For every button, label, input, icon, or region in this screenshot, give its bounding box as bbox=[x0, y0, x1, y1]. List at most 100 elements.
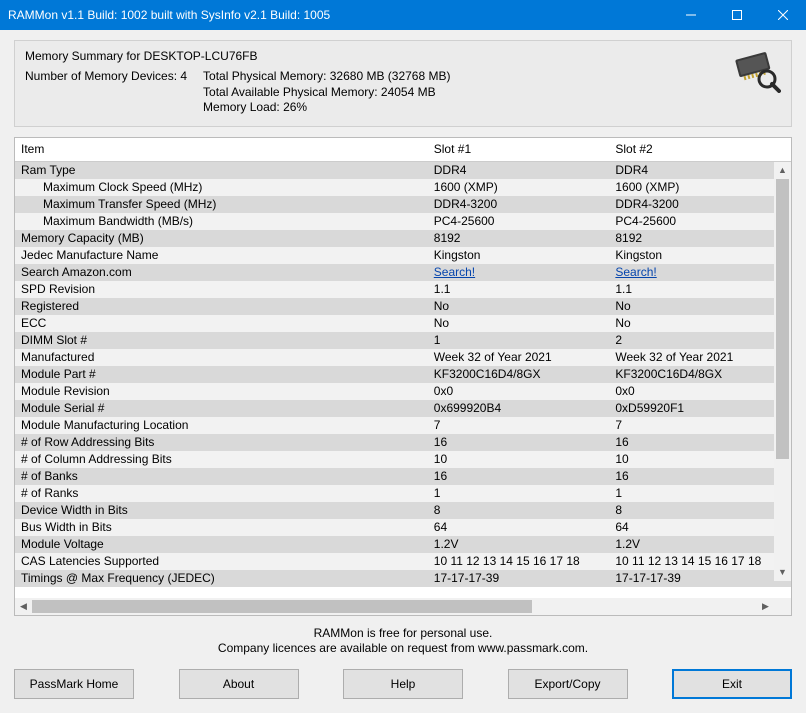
table-row[interactable]: Bus Width in Bits6464 bbox=[15, 519, 791, 536]
row-value: 1 bbox=[428, 332, 610, 349]
row-label: SPD Revision bbox=[15, 281, 428, 298]
title-bar: RAMMon v1.1 Build: 1002 built with SysIn… bbox=[0, 0, 806, 30]
table-row[interactable]: Jedec Manufacture NameKingstonKingston bbox=[15, 247, 791, 264]
memory-details-table: Item Slot #1 Slot #2 Ram TypeDDR4DDR4Max… bbox=[15, 138, 791, 588]
row-value: 1 bbox=[428, 485, 610, 502]
export-copy-button[interactable]: Export/Copy bbox=[508, 669, 628, 699]
row-value: Kingston bbox=[428, 247, 610, 264]
table-row[interactable]: # of Column Addressing Bits1010 bbox=[15, 451, 791, 468]
maximize-icon bbox=[732, 10, 742, 20]
table-row[interactable]: RegisteredNoNo bbox=[15, 298, 791, 315]
row-value: 1600 (XMP) bbox=[609, 179, 791, 196]
table-row[interactable]: Maximum Clock Speed (MHz)1600 (XMP)1600 … bbox=[15, 179, 791, 196]
table-row[interactable]: Module Serial #0x699920B40xD59920F1 bbox=[15, 400, 791, 417]
row-label: Module Voltage bbox=[15, 536, 428, 553]
table-row[interactable]: DIMM Slot #12 bbox=[15, 332, 791, 349]
row-label: Search Amazon.com bbox=[15, 264, 428, 281]
row-label: CAS Latencies Supported bbox=[15, 553, 428, 570]
total-available-memory: Total Available Physical Memory: 24054 M… bbox=[203, 85, 450, 101]
row-value: KF3200C16D4/8GX bbox=[428, 366, 610, 383]
row-value: Kingston bbox=[609, 247, 791, 264]
summary-heading: Memory Summary for DESKTOP-LCU76FB bbox=[25, 49, 781, 63]
footer-text: RAMMon is free for personal use. Company… bbox=[14, 626, 792, 657]
table-row[interactable]: ManufacturedWeek 32 of Year 2021Week 32 … bbox=[15, 349, 791, 366]
row-value: 64 bbox=[428, 519, 610, 536]
table-row[interactable]: Memory Capacity (MB)81928192 bbox=[15, 230, 791, 247]
scroll-left-arrow-icon[interactable]: ◀ bbox=[15, 598, 32, 615]
row-label: Ram Type bbox=[15, 162, 428, 180]
row-label: # of Banks bbox=[15, 468, 428, 485]
header-item[interactable]: Item bbox=[15, 138, 428, 162]
client-area: Memory Summary for DESKTOP-LCU76FB Numbe… bbox=[0, 30, 806, 713]
row-label: Registered bbox=[15, 298, 428, 315]
devices-count: Number of Memory Devices: 4 bbox=[25, 69, 187, 116]
search-link[interactable]: Search! bbox=[434, 265, 475, 279]
maximize-button[interactable] bbox=[714, 0, 760, 30]
row-value: PC4-25600 bbox=[609, 213, 791, 230]
row-value: 8192 bbox=[428, 230, 610, 247]
row-value: KF3200C16D4/8GX bbox=[609, 366, 791, 383]
passmark-home-button[interactable]: PassMark Home bbox=[14, 669, 134, 699]
row-value: No bbox=[428, 315, 610, 332]
exit-button[interactable]: Exit bbox=[672, 669, 792, 699]
table-row[interactable]: Timings @ Max Frequency (JEDEC)17-17-17-… bbox=[15, 570, 791, 587]
table-row[interactable]: # of Row Addressing Bits1616 bbox=[15, 434, 791, 451]
scroll-right-arrow-icon[interactable]: ▶ bbox=[757, 598, 774, 615]
row-value: Search! bbox=[428, 264, 610, 281]
row-value: DDR4-3200 bbox=[609, 196, 791, 213]
scrollbar-corner bbox=[774, 598, 791, 615]
row-value: 1 bbox=[609, 485, 791, 502]
table-row[interactable]: Ram TypeDDR4DDR4 bbox=[15, 162, 791, 180]
table-row[interactable]: Maximum Bandwidth (MB/s)PC4-25600PC4-256… bbox=[15, 213, 791, 230]
table-row[interactable]: Module Part #KF3200C16D4/8GXKF3200C16D4/… bbox=[15, 366, 791, 383]
horizontal-scrollbar[interactable]: ◀ ▶ bbox=[15, 598, 791, 615]
close-button[interactable] bbox=[760, 0, 806, 30]
row-value: 10 11 12 13 14 15 16 17 18 bbox=[609, 553, 791, 570]
table-row[interactable]: Module Voltage1.2V1.2V bbox=[15, 536, 791, 553]
table-row[interactable]: Maximum Transfer Speed (MHz)DDR4-3200DDR… bbox=[15, 196, 791, 213]
scroll-down-arrow-icon[interactable]: ▼ bbox=[774, 564, 791, 581]
table-row[interactable]: Search Amazon.com Search! Search! bbox=[15, 264, 791, 281]
row-label: # of Column Addressing Bits bbox=[15, 451, 428, 468]
header-slot-1[interactable]: Slot #1 bbox=[428, 138, 610, 162]
row-value: 16 bbox=[609, 468, 791, 485]
row-label: Module Part # bbox=[15, 366, 428, 383]
row-label: Module Revision bbox=[15, 383, 428, 400]
table-row[interactable]: CAS Latencies Supported 10 11 12 13 14 15… bbox=[15, 553, 791, 570]
total-physical-memory: Total Physical Memory: 32680 MB (32768 M… bbox=[203, 69, 450, 85]
row-label: Bus Width in Bits bbox=[15, 519, 428, 536]
help-button[interactable]: Help bbox=[343, 669, 463, 699]
table-row[interactable]: # of Banks1616 bbox=[15, 468, 791, 485]
close-icon bbox=[778, 10, 788, 20]
row-value: PC4-25600 bbox=[428, 213, 610, 230]
horizontal-scroll-thumb[interactable] bbox=[32, 600, 532, 613]
about-button[interactable]: About bbox=[179, 669, 299, 699]
ram-chip-icon bbox=[729, 49, 781, 93]
row-value: DDR4 bbox=[609, 162, 791, 180]
scroll-up-arrow-icon[interactable]: ▲ bbox=[774, 162, 791, 179]
table-row[interactable]: Device Width in Bits88 bbox=[15, 502, 791, 519]
footer-line-2: Company licences are available on reques… bbox=[14, 641, 792, 657]
table-row[interactable]: SPD Revision1.11.1 bbox=[15, 281, 791, 298]
minimize-button[interactable] bbox=[668, 0, 714, 30]
row-label: ECC bbox=[15, 315, 428, 332]
table-row[interactable]: Module Revision0x00x0 bbox=[15, 383, 791, 400]
table-row[interactable]: # of Ranks11 bbox=[15, 485, 791, 502]
vertical-scrollbar[interactable]: ▲ ▼ bbox=[774, 162, 791, 581]
row-label: Maximum Transfer Speed (MHz) bbox=[15, 196, 428, 213]
vertical-scroll-thumb[interactable] bbox=[776, 179, 789, 459]
table-header-row: Item Slot #1 Slot #2 bbox=[15, 138, 791, 162]
row-value: DDR4-3200 bbox=[428, 196, 610, 213]
window-controls bbox=[668, 0, 806, 30]
search-link[interactable]: Search! bbox=[615, 265, 656, 279]
row-label: Jedec Manufacture Name bbox=[15, 247, 428, 264]
minimize-icon bbox=[686, 10, 696, 20]
table-scroll-area: Item Slot #1 Slot #2 Ram TypeDDR4DDR4Max… bbox=[15, 138, 791, 598]
row-label: Maximum Clock Speed (MHz) bbox=[15, 179, 428, 196]
row-label: Timings @ Max Frequency (JEDEC) bbox=[15, 570, 428, 587]
table-row[interactable]: ECCNoNo bbox=[15, 315, 791, 332]
table-row[interactable]: Module Manufacturing Location77 bbox=[15, 417, 791, 434]
row-value: 8192 bbox=[609, 230, 791, 247]
header-slot-2[interactable]: Slot #2 bbox=[609, 138, 791, 162]
passmark-link-text: www.passmark.com bbox=[478, 641, 585, 655]
